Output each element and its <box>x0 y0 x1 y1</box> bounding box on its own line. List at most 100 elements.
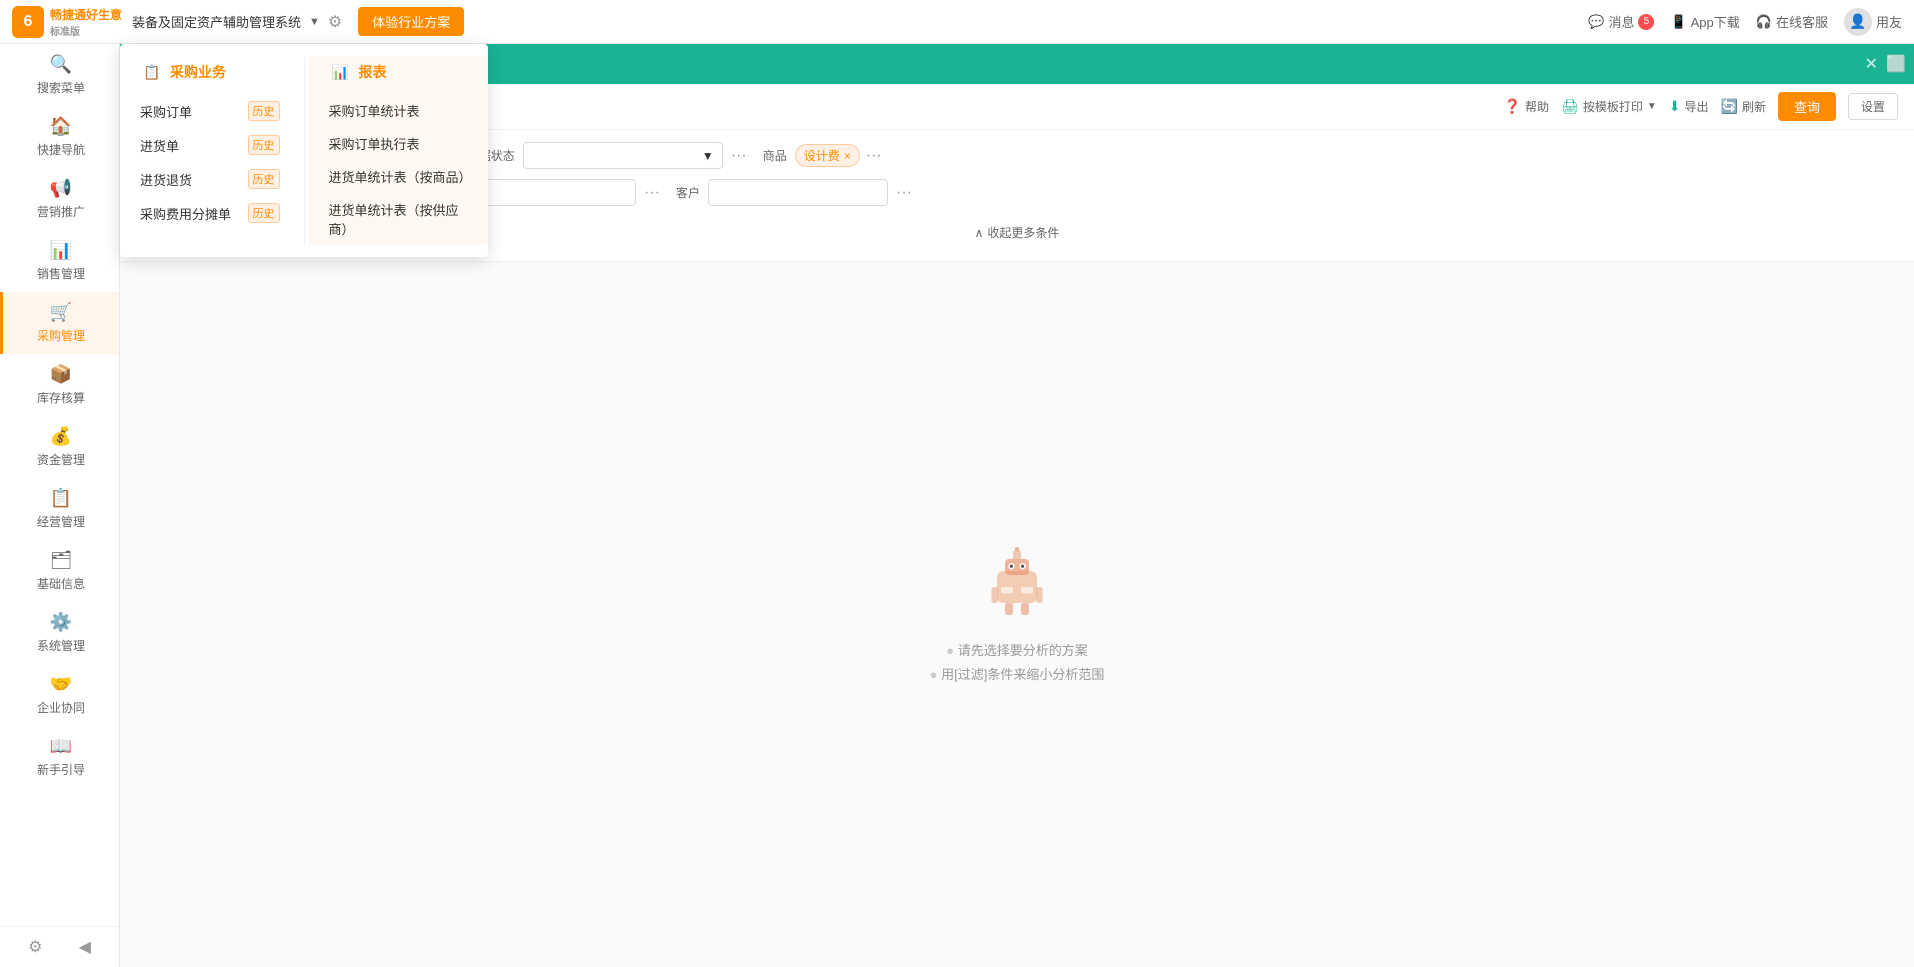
sidebar-bottom: ⚙ ◀ <box>0 926 119 967</box>
status-dropdown-icon: ▼ <box>702 149 714 163</box>
refresh-btn[interactable]: 🔄 刷新 <box>1721 98 1766 115</box>
query-btn[interactable]: 查询 <box>1778 92 1836 121</box>
home-icon: 🏠 <box>50 116 72 137</box>
sidebar-item-cooperation[interactable]: 🤝 企业协同 <box>0 664 119 726</box>
sidebar-label-basic: 基础信息 <box>37 575 85 592</box>
message-badge: 5 <box>1638 14 1654 30</box>
user-avatar: 👤 <box>1844 8 1872 36</box>
customer-value <box>717 184 729 201</box>
online-service-label: 在线客服 <box>1776 12 1828 31</box>
basic-icon: 🗂 <box>50 550 73 571</box>
sidebar-label-guide: 新手引导 <box>37 761 85 778</box>
goods-label: 商品 <box>763 147 787 164</box>
status-value <box>532 147 544 164</box>
headset-icon: 🎧 <box>1756 14 1772 30</box>
menu-item-inbound-supplier[interactable]: 进货单统计表（按供应商） <box>321 193 477 245</box>
dropdown-col1-title: 📋 采购业务 <box>132 56 288 94</box>
help-btn[interactable]: ❓ 帮助 <box>1504 98 1549 115</box>
operation-icon: 📋 <box>50 488 72 509</box>
menu-item-inbound-goods[interactable]: 进货单统计表（按商品） <box>321 160 477 193</box>
help-icon: ❓ <box>1504 98 1521 115</box>
sales-icon: 📊 <box>50 240 72 261</box>
sidebar-item-search[interactable]: 🔍 搜索菜单 <box>0 44 119 106</box>
purchase-menu-icon: 📋 <box>140 60 164 84</box>
customer-label: 客户 <box>676 184 700 201</box>
sidebar-item-inventory[interactable]: 📦 库存核算 <box>0 354 119 416</box>
industry-btn[interactable]: 体验行业方案 <box>358 7 464 36</box>
sidebar-item-system[interactable]: ⚙️ 系统管理 <box>0 602 119 664</box>
goods-tag: 设计费 × <box>795 144 860 167</box>
messages-btn[interactable]: 💬 消息 5 <box>1588 12 1654 31</box>
user-label: 用友 <box>1876 12 1902 31</box>
empty-hint-1: ● 请先选择要分析的方案 <box>946 639 1087 663</box>
status-filter: 单据状态 ▼ ··· <box>467 142 747 169</box>
sidebar-label-marketing: 营销推广 <box>37 203 85 220</box>
menu-item-expense[interactable]: 采购费用分摊单 历史 <box>132 196 288 230</box>
top-header: 6 畅捷通好生意 标准版 装备及固定资产辅助管理系统 ▼ ⚙ 体验行业方案 💬 … <box>0 0 1914 44</box>
salesperson-more-btn[interactable]: ··· <box>644 184 660 202</box>
dropdown-col-report: 📊 报表 采购订单统计表 采购订单执行表 进货单统计表（按商品） 进货单统计表（… <box>309 56 489 245</box>
message-label: 消息 <box>1608 12 1634 31</box>
sidebar-settings-icon[interactable]: ⚙ <box>28 937 42 957</box>
menu-item-inbound-supplier-label: 进货单统计表（按供应商） <box>329 200 469 238</box>
menu-item-order-stat-label: 采购订单统计表 <box>329 101 420 120</box>
customer-select[interactable] <box>708 179 888 206</box>
print-dropdown-icon[interactable]: ▼ <box>1647 101 1657 112</box>
menu-item-order-stat[interactable]: 采购订单统计表 <box>321 94 477 127</box>
tab-maximize-icon[interactable]: ⬜ <box>1886 54 1906 74</box>
online-service-btn[interactable]: 🎧 在线客服 <box>1756 12 1828 31</box>
tab-bar-right: ✕ ⬜ <box>1857 44 1914 84</box>
print-btn[interactable]: 🖨 按模板打印 ▼ <box>1561 98 1657 115</box>
app-download-label: App下载 <box>1691 12 1740 31</box>
header-right: 💬 消息 5 📱 App下载 🎧 在线客服 👤 用友 <box>1588 8 1902 36</box>
main-layout: 🔍 搜索菜单 🏠 快捷导航 📢 营销推广 📊 销售管理 🛒 采购管理 📦 库存核… <box>0 44 1914 967</box>
menu-item-purchase-order[interactable]: 采购订单 历史 <box>132 94 288 128</box>
marketing-icon: 📢 <box>50 178 72 199</box>
collapse-icon: ∧ <box>975 226 984 240</box>
system-dropdown-btn[interactable]: ▼ <box>309 16 320 28</box>
sidebar-item-purchase[interactable]: 🛒 采购管理 <box>0 292 119 354</box>
sidebar-label-finance: 资金管理 <box>37 451 85 468</box>
menu-item-inbound-goods-label: 进货单统计表（按商品） <box>329 167 469 186</box>
sidebar-item-sales[interactable]: 📊 销售管理 <box>0 230 119 292</box>
empty-illustration <box>977 543 1057 623</box>
message-icon: 💬 <box>1588 14 1604 30</box>
sidebar-item-finance[interactable]: 💰 资金管理 <box>0 416 119 478</box>
customer-more-btn[interactable]: ··· <box>896 184 912 202</box>
search-icon: 🔍 <box>50 54 72 75</box>
system-title-text: 装备及固定资产辅助管理系统 <box>132 12 301 31</box>
menu-item-inbound[interactable]: 进货单 历史 <box>132 128 288 162</box>
sidebar-item-operation[interactable]: 📋 经营管理 <box>0 478 119 540</box>
export-icon: ⬇ <box>1669 98 1681 115</box>
dropdown-col1-label: 采购业务 <box>170 62 226 82</box>
tab-close-icon[interactable]: ✕ <box>1865 54 1878 74</box>
cooperation-icon: 🤝 <box>50 674 72 695</box>
settings-icon[interactable]: ⚙ <box>328 12 342 32</box>
sidebar-label-cooperation: 企业协同 <box>37 699 85 716</box>
brand-line1: 畅捷通好生意 <box>50 6 122 23</box>
status-more-btn[interactable]: ··· <box>731 147 747 165</box>
logo-icon: 6 <box>12 6 44 38</box>
sidebar-item-guide[interactable]: 📖 新手引导 <box>0 726 119 788</box>
sidebar-label-inventory: 库存核算 <box>37 389 85 406</box>
goods-more-btn[interactable]: ··· <box>866 147 882 165</box>
status-select[interactable]: ▼ <box>523 142 723 169</box>
export-btn[interactable]: ⬇ 导出 <box>1669 98 1709 115</box>
menu-item-return[interactable]: 进货退货 历史 <box>132 162 288 196</box>
user-area[interactable]: 👤 用友 <box>1844 8 1902 36</box>
bullet-2: ● <box>930 667 941 682</box>
dropdown-col-purchase: 📋 采购业务 采购订单 历史 进货单 历史 进货退货 历史 采购费用分摊单 历史 <box>120 56 300 245</box>
sidebar-item-marketing[interactable]: 📢 营销推广 <box>0 168 119 230</box>
sidebar-collapse-icon[interactable]: ◀ <box>79 937 91 957</box>
goods-tag-close[interactable]: × <box>844 149 851 163</box>
sidebar-item-nav[interactable]: 🏠 快捷导航 <box>0 106 119 168</box>
menu-item-order-exec[interactable]: 采购订单执行表 <box>321 127 477 160</box>
dropdown-col2-label: 报表 <box>359 62 387 82</box>
sidebar-item-basic[interactable]: 🗂 基础信息 <box>0 540 119 602</box>
print-icon: 🖨 <box>1561 98 1579 115</box>
sidebar-label-system: 系统管理 <box>37 637 85 654</box>
page-settings-btn[interactable]: 设置 <box>1848 93 1898 120</box>
app-download-btn[interactable]: 📱 App下载 <box>1670 12 1739 31</box>
customer-filter: 客户 ··· <box>676 179 912 206</box>
sidebar-label-purchase: 采购管理 <box>37 327 85 344</box>
